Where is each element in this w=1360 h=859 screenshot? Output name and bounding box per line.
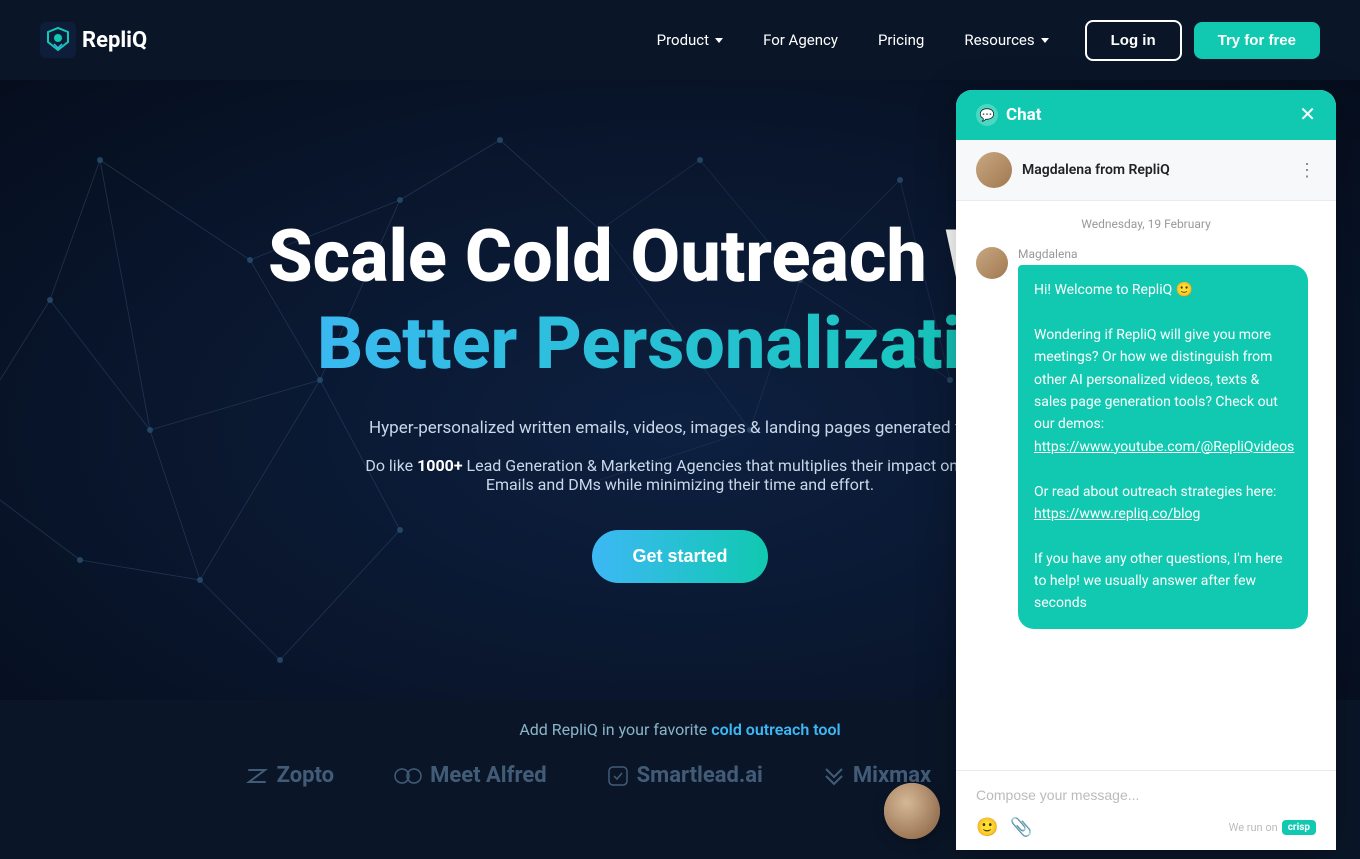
try-free-button[interactable]: Try for free [1194, 22, 1320, 59]
navigation: RepliQ Product For Agency Pricing Resour… [0, 0, 1360, 80]
brand-zopto: Zopto [245, 763, 335, 788]
chat-footer-icons: 🙂 📎 [976, 817, 1033, 838]
floating-avatar-image [884, 783, 940, 839]
nav-links: Product For Agency Pricing Resources [641, 23, 1065, 57]
crisp-badge: crisp [1282, 820, 1316, 835]
chat-message-avatar [976, 247, 1008, 279]
chat-date-label: Wednesday, 19 February [976, 217, 1316, 231]
logos-label-highlight: cold outreach tool [711, 720, 840, 739]
get-started-button[interactable]: Get started [592, 530, 767, 583]
chat-bubble-icon: 💬 [976, 104, 998, 126]
chat-options-button[interactable]: ⋮ [1298, 160, 1316, 181]
chat-footer: 🙂 📎 We run on crisp [956, 770, 1336, 850]
chat-youtube-link[interactable]: https://www.youtube.com/@RepliQvideos [1034, 439, 1294, 455]
chevron-down-icon [1041, 38, 1049, 43]
chat-message-content: Magdalena Hi! Welcome to RepliQ 🙂 Wonder… [1018, 247, 1308, 629]
brand-meet-alfred: Meet Alfred [394, 763, 547, 788]
chat-subheader: Magdalena from RepliQ ⋮ [956, 140, 1336, 201]
nav-pricing[interactable]: Pricing [862, 23, 940, 57]
chat-powered-by: We run on crisp [1229, 820, 1316, 835]
brand-logo[interactable]: RepliQ [40, 22, 147, 58]
brand-smartlead: Smartlead.ai [607, 763, 763, 788]
chat-close-button[interactable]: ✕ [1299, 105, 1316, 125]
chat-emoji-button[interactable]: 🙂 [976, 817, 998, 838]
chat-attach-button[interactable]: 📎 [1010, 817, 1032, 838]
brand-name: RepliQ [82, 28, 147, 53]
social-proof-count: 1000+ [417, 456, 462, 475]
chat-blog-link[interactable]: https://www.repliq.co/blog [1034, 506, 1200, 522]
chat-sender-name: Magdalena [1018, 247, 1308, 261]
chat-header-title: 💬 Chat [976, 104, 1042, 126]
chat-bubble: Hi! Welcome to RepliQ 🙂 Wondering if Rep… [1018, 265, 1308, 629]
chat-widget: 💬 Chat ✕ Magdalena from RepliQ ⋮ Wednesd… [956, 90, 1336, 850]
nav-agency[interactable]: For Agency [747, 23, 854, 57]
chat-message-input[interactable] [976, 783, 1316, 807]
chat-agent-avatar [976, 152, 1012, 188]
chat-header: 💬 Chat ✕ [956, 90, 1336, 140]
nav-product[interactable]: Product [641, 23, 739, 57]
chat-message-row: Magdalena Hi! Welcome to RepliQ 🙂 Wonder… [976, 247, 1316, 629]
chevron-down-icon [715, 38, 723, 43]
chat-agent-name: Magdalena from RepliQ [1022, 162, 1170, 178]
floating-avatar[interactable] [884, 783, 940, 839]
login-button[interactable]: Log in [1085, 20, 1182, 61]
hero-description: Hyper-personalized written emails, video… [330, 415, 1030, 442]
hero-social-proof: Do like 1000+ Lead Generation & Marketin… [360, 456, 1000, 494]
nav-actions: Log in Try for free [1085, 20, 1320, 61]
chat-body: Wednesday, 19 February Magdalena Hi! Wel… [956, 201, 1336, 770]
nav-resources[interactable]: Resources [948, 23, 1064, 57]
chat-footer-actions: 🙂 📎 We run on crisp [976, 817, 1316, 838]
